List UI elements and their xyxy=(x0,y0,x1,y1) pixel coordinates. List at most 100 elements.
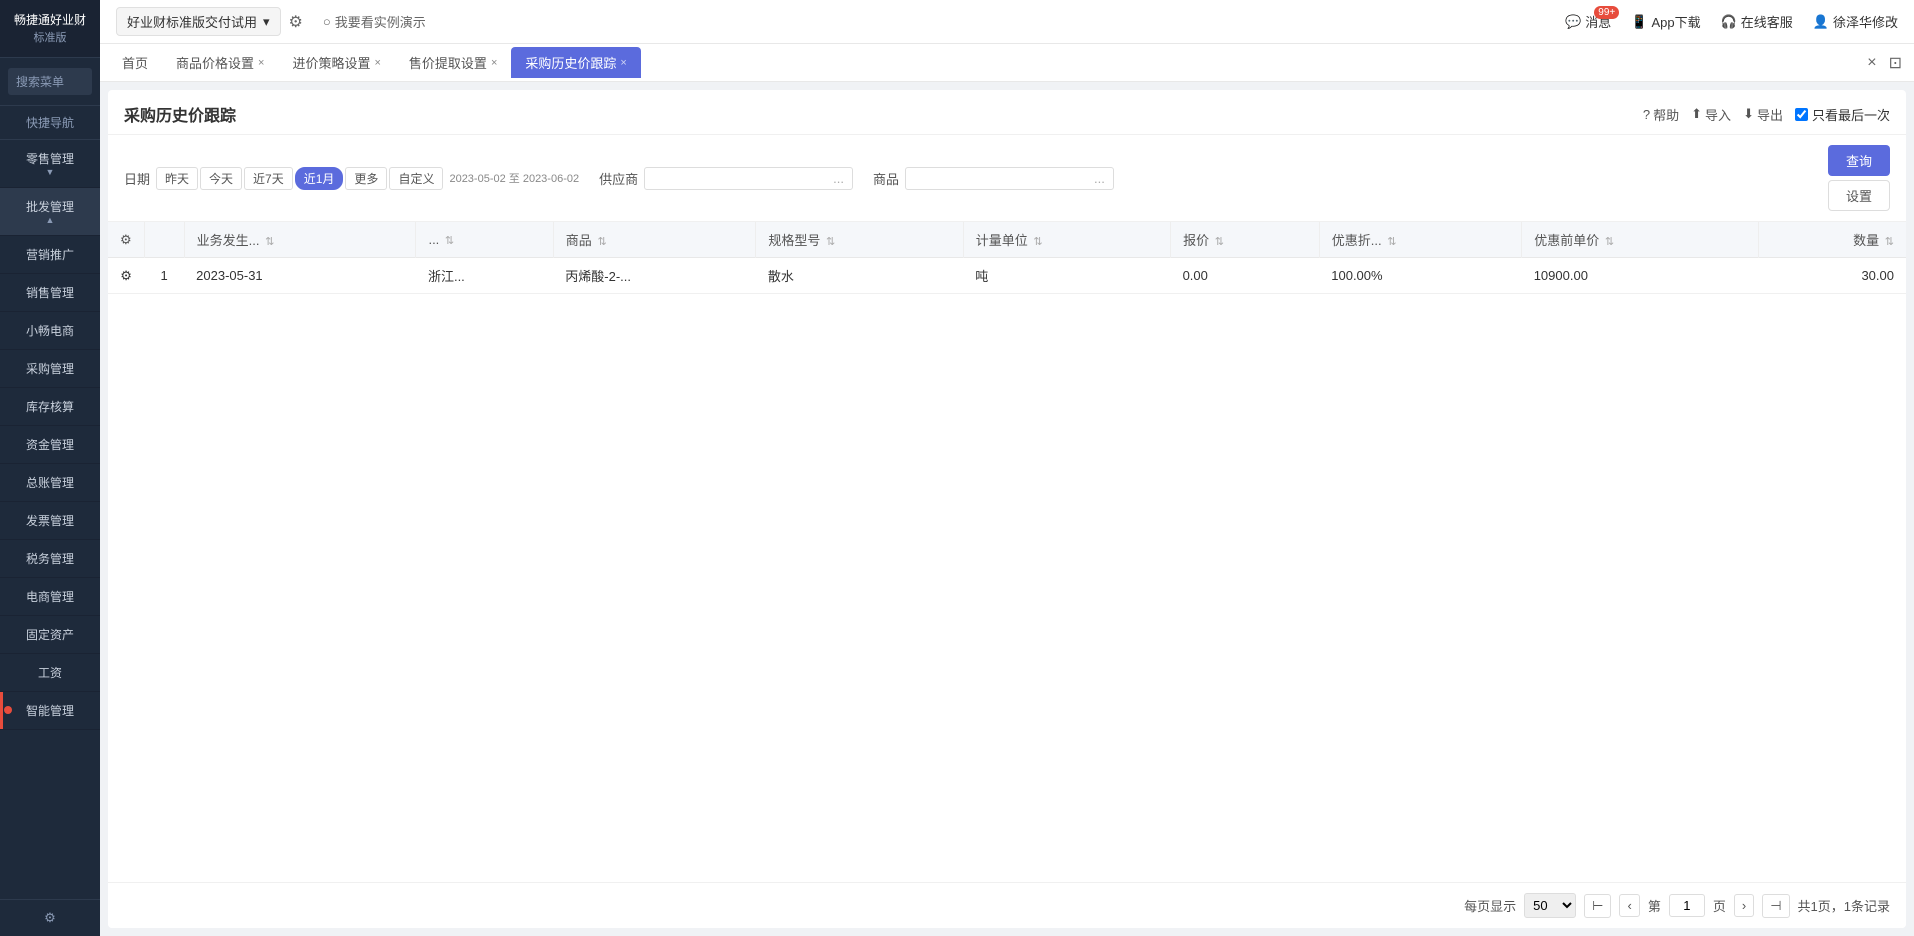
col-price-before[interactable]: 优惠前单价 ⇅ xyxy=(1522,222,1759,258)
user-label: 徐泽华修改 xyxy=(1833,12,1898,31)
per-page-select[interactable]: 20 50 100 xyxy=(1524,893,1576,918)
col-quantity[interactable]: 数量 ⇅ xyxy=(1758,222,1906,258)
row-unit-cell: 吨 xyxy=(963,258,1170,294)
last-page-btn[interactable]: ⊣ xyxy=(1762,894,1789,918)
product-dots-button[interactable]: ... xyxy=(1094,171,1105,186)
settings-secondary-button[interactable]: 设置 xyxy=(1828,180,1890,211)
app-download-label: App下载 xyxy=(1651,12,1700,31)
sidebar-item-sales[interactable]: 销售管理 xyxy=(0,274,100,312)
sidebar-item-label: 小畅电商 xyxy=(26,322,74,339)
page-input[interactable] xyxy=(1669,894,1705,917)
demo-link[interactable]: ○ 我要看实例演示 xyxy=(323,12,426,31)
col-gear[interactable]: ⚙ xyxy=(108,222,144,258)
sidebar-item-smart[interactable]: 智能管理 xyxy=(0,692,100,730)
sidebar: 畅捷通好业财 标准版 搜索菜单 快捷导航 零售管理 ▼ 批发管理 ▲ 营销推广 … xyxy=(0,0,100,936)
date-1month-btn[interactable]: 近1月 xyxy=(295,167,344,190)
sidebar-item-tax[interactable]: 税务管理 xyxy=(0,540,100,578)
sidebar-quicknav[interactable]: 快捷导航 xyxy=(0,106,100,140)
sidebar-item-wholesale[interactable]: 批发管理 ▲ xyxy=(0,188,100,236)
supplier-input-wrap[interactable]: ... xyxy=(644,167,853,190)
supplier-input[interactable] xyxy=(653,171,829,186)
sidebar-item-purchase[interactable]: 采购管理 xyxy=(0,350,100,388)
import-button[interactable]: ⬆ 导入 xyxy=(1691,105,1731,124)
page-title: 采购历史价跟踪 xyxy=(124,102,236,126)
col-dots[interactable]: ... ⇅ xyxy=(416,222,553,258)
row-price-before-cell: 10900.00 xyxy=(1522,258,1759,294)
row-spec-cell: 散水 xyxy=(756,258,963,294)
tab-selling-close[interactable]: × xyxy=(491,57,497,69)
sidebar-item-salary[interactable]: 工资 xyxy=(0,654,100,692)
sidebar-item-ecommerce-small[interactable]: 小畅电商 xyxy=(0,312,100,350)
tab-strategy-label: 进价策略设置 xyxy=(292,53,370,72)
help-link[interactable]: ? 帮助 xyxy=(1643,105,1679,124)
supplier-dots-button[interactable]: ... xyxy=(833,171,844,186)
sidebar-search-area[interactable]: 搜索菜单 xyxy=(0,58,100,106)
sidebar-item-label: 采购管理 xyxy=(26,360,74,377)
col-unit[interactable]: 计量单位 ⇅ xyxy=(963,222,1170,258)
col-unit-label: 计量单位 xyxy=(976,233,1028,248)
help-label: 帮助 xyxy=(1653,105,1679,124)
sidebar-item-label: 销售管理 xyxy=(26,284,74,301)
tab-selling[interactable]: 售价提取设置 × xyxy=(395,47,511,78)
sidebar-item-label: 固定资产 xyxy=(26,626,74,643)
sidebar-item-label: 零售管理 xyxy=(26,150,74,167)
col-price[interactable]: 报价 ⇅ xyxy=(1171,222,1320,258)
row-gear-cell[interactable]: ⚙ xyxy=(108,258,144,294)
sort-icon-dots: ⇅ xyxy=(445,235,454,247)
col-price-before-label: 优惠前单价 xyxy=(1534,233,1599,248)
col-quantity-label: 数量 xyxy=(1853,233,1879,248)
sidebar-item-ecommerce[interactable]: 电商管理 xyxy=(0,578,100,616)
query-button[interactable]: 查询 xyxy=(1828,145,1890,176)
product-input-wrap[interactable]: ... xyxy=(905,167,1114,190)
tab-strategy[interactable]: 进价策略设置 × xyxy=(278,47,394,78)
date-custom-btn[interactable]: 自定义 xyxy=(389,167,443,190)
tab-home[interactable]: 首页 xyxy=(108,47,162,78)
sidebar-item-invoice[interactable]: 发票管理 xyxy=(0,502,100,540)
product-select[interactable]: 好业财标准版交付试用 ▾ xyxy=(116,7,281,36)
sidebar-item-assets[interactable]: 固定资产 xyxy=(0,616,100,654)
prev-page-btn[interactable]: ‹ xyxy=(1619,894,1639,917)
tab-price-label: 商品价格设置 xyxy=(176,53,254,72)
tab-history[interactable]: 采购历史价跟踪 × xyxy=(511,47,640,78)
tab-strategy-close[interactable]: × xyxy=(374,57,380,69)
next-page-btn[interactable]: › xyxy=(1734,894,1754,917)
col-date[interactable]: 业务发生... ⇅ xyxy=(184,222,416,258)
topbar-settings-button[interactable]: ⚙ xyxy=(289,12,303,32)
sidebar-item-ledger[interactable]: 总账管理 xyxy=(0,464,100,502)
first-page-btn[interactable]: ⊢ xyxy=(1584,894,1611,918)
sidebar-item-label: 资金管理 xyxy=(26,436,74,453)
close-tab-button[interactable]: × xyxy=(1863,52,1880,74)
row-supplier-cell: 浙江... xyxy=(416,258,553,294)
tab-price-close[interactable]: × xyxy=(258,57,264,69)
tab-history-close[interactable]: × xyxy=(620,57,626,69)
sidebar-item-inventory[interactable]: 库存核算 xyxy=(0,388,100,426)
date-more-btn[interactable]: 更多 xyxy=(345,167,387,190)
col-product[interactable]: 商品 ⇅ xyxy=(553,222,756,258)
sidebar-item-marketing[interactable]: 营销推广 xyxy=(0,236,100,274)
date-yesterday-btn[interactable]: 昨天 xyxy=(156,167,198,190)
search-menu-button[interactable]: 搜索菜单 xyxy=(8,68,92,95)
row-seq-cell: 1 xyxy=(144,258,184,294)
user-icon: 👤 xyxy=(1813,14,1829,30)
col-spec[interactable]: 规格型号 ⇅ xyxy=(756,222,963,258)
export-icon: ⬇ xyxy=(1743,106,1754,122)
gear-icon: ⚙ xyxy=(44,910,56,926)
col-discount[interactable]: 优惠折... ⇅ xyxy=(1319,222,1521,258)
sidebar-settings-button[interactable]: ⚙ xyxy=(0,899,100,936)
date-7days-btn[interactable]: 近7天 xyxy=(244,167,293,190)
supplier-filter-group: 供应商 ... xyxy=(599,167,853,190)
only-last-checkbox-label[interactable]: 只看最后一次 xyxy=(1795,105,1890,124)
message-button[interactable]: 💬 消息 99+ xyxy=(1565,12,1611,31)
date-today-btn[interactable]: 今天 xyxy=(200,167,242,190)
user-menu-button[interactable]: 👤 徐泽华修改 xyxy=(1813,12,1898,31)
online-service-button[interactable]: 🎧 在线客服 xyxy=(1721,12,1793,31)
sidebar-item-retail[interactable]: 零售管理 ▼ xyxy=(0,140,100,188)
sidebar-item-finance[interactable]: 资金管理 xyxy=(0,426,100,464)
app-download-button[interactable]: 📱 App下载 xyxy=(1631,12,1700,31)
sort-icon-product: ⇅ xyxy=(597,236,606,248)
only-last-checkbox[interactable] xyxy=(1795,108,1808,121)
maximize-button[interactable]: ⊡ xyxy=(1885,51,1906,75)
tab-price[interactable]: 商品价格设置 × xyxy=(162,47,278,78)
export-button[interactable]: ⬇ 导出 xyxy=(1743,105,1783,124)
product-input[interactable] xyxy=(914,171,1090,186)
